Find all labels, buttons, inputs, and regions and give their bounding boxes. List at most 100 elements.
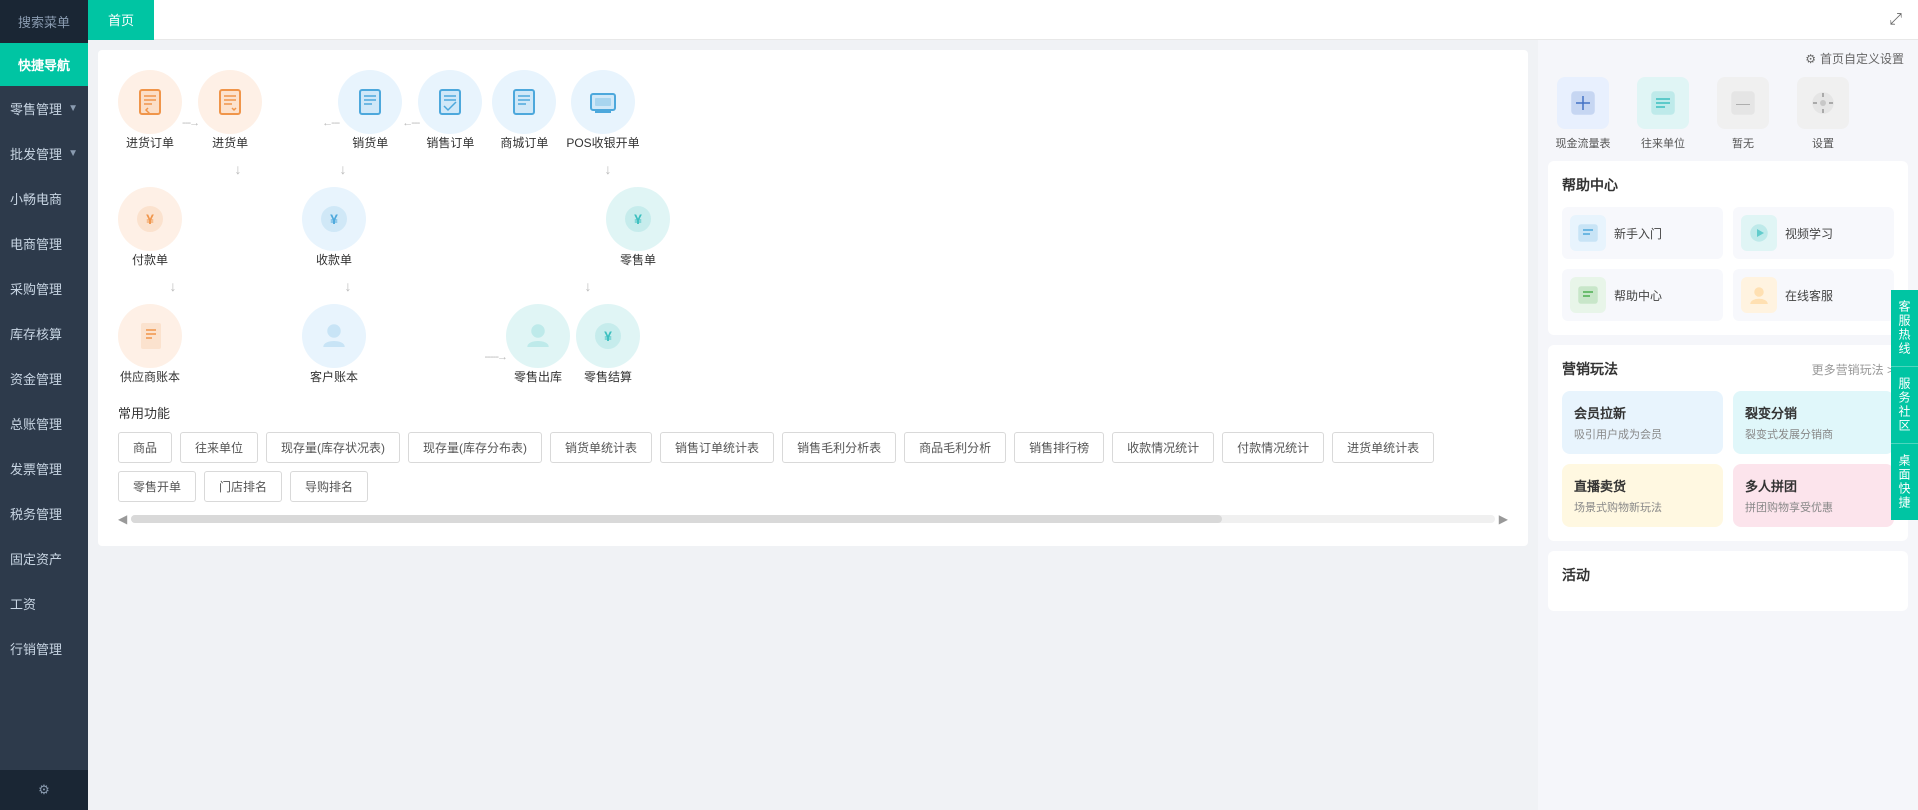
sidebar-item-6[interactable]: 资金管理 [0,356,88,401]
func-btn-2[interactable]: 现存量(库存状况表) [266,432,400,463]
func-btn-3[interactable]: 现存量(库存分布表) [408,432,542,463]
mkt-item-2[interactable]: 直播卖货场景式购物新玩法 [1562,464,1723,527]
flow-node-skd[interactable]: ¥ 收款单 [302,187,366,268]
scroll-right-arrow[interactable]: ▶ [1499,512,1508,526]
scrollbar: ◀ ▶ [118,512,1508,526]
customize-header[interactable]: ⚙ 首页自定义设置 [1548,50,1908,67]
func-btn-7[interactable]: 商品毛利分析 [904,432,1006,463]
svg-text:¥: ¥ [146,211,154,227]
quick-icon-1[interactable]: 往来单位 [1628,77,1698,151]
help-grid: 新手入门视频学习帮助中心 在线客服 [1562,207,1894,321]
sidebar-item-10[interactable]: 固定资产 [0,536,88,581]
quick-icon-2[interactable]: — 暂无 [1708,77,1778,151]
sidebar-item-8[interactable]: 发票管理 [0,446,88,491]
flow-node-pos[interactable]: POS收银开单 [566,70,639,151]
sidebar-item-label-4: 采购管理 [10,279,62,298]
q-icon-box-0 [1557,77,1609,129]
help-title: 帮助中心 [1562,175,1894,195]
help-item-1[interactable]: 视频学习 [1733,207,1894,259]
func-btn-10[interactable]: 付款情况统计 [1222,432,1324,463]
flow-node-jhdd[interactable]: 进货订单 [118,70,182,151]
help-icon-0 [1570,215,1606,251]
flow-node-gysb[interactable]: 供应商账本 [118,304,182,385]
customize-label: 首页自定义设置 [1820,50,1904,67]
float-btn-2[interactable]: 桌面快捷 [1891,443,1918,520]
mkt-item-1[interactable]: 裂变分销裂变式发展分销商 [1733,391,1894,454]
v-arrow-xhs: ↓ [340,161,347,177]
sidebar-item-label-10: 固定资产 [10,549,62,568]
sidebar-search[interactable]: 搜索菜单 [0,0,88,43]
sidebar-item-4[interactable]: 采购管理 [0,266,88,311]
sidebar-settings[interactable]: ⚙ [0,770,88,810]
scroll-left-arrow[interactable]: ◀ [118,512,127,526]
sidebar-item-label-6: 资金管理 [10,369,62,388]
func-btn-9[interactable]: 收款情况统计 [1112,432,1214,463]
flow-node-scdd[interactable]: 商城订单 [492,70,556,151]
marketing-card: 营销玩法 更多营销玩法 > 会员拉新吸引用户成为会员裂变分销裂变式发展分销商直播… [1548,345,1908,541]
func-btn-14[interactable]: 导购排名 [290,471,368,502]
func-btn-12[interactable]: 零售开单 [118,471,196,502]
quick-icon-3[interactable]: 设置 [1788,77,1858,151]
help-card: 帮助中心 新手入门视频学习帮助中心在线客服 [1548,161,1908,335]
func-btn-6[interactable]: 销售毛利分析表 [782,432,896,463]
sidebar-item-12[interactable]: 行销管理 [0,626,88,671]
flow-node-jhs[interactable]: 进货单 [198,70,262,151]
flow-node-xsdd[interactable]: 销售订单 [418,70,482,151]
svg-text:¥: ¥ [634,211,642,227]
q-icon-label-2: 暂无 [1732,135,1754,151]
func-btn-0[interactable]: 商品 [118,432,172,463]
flow-node-fkd[interactable]: ¥ 付款单 [118,187,182,268]
scroll-track[interactable] [131,515,1495,523]
sidebar-item-label-9: 税务管理 [10,504,62,523]
quick-icon-0[interactable]: 现金流量表 [1548,77,1618,151]
sidebar-item-0[interactable]: 零售管理▼ [0,86,88,131]
func-btn-5[interactable]: 销售订单统计表 [660,432,774,463]
sidebar-item-label-0: 零售管理 [10,99,62,118]
float-btn-1[interactable]: 服务社区 [1891,366,1918,443]
func-grid: 商品往来单位现存量(库存状况表)现存量(库存分布表)销货单统计表销售订单统计表销… [118,432,1508,502]
flow-node-xhs[interactable]: 销货单 [338,70,402,151]
float-btn-0[interactable]: 客服热线 [1891,290,1918,366]
help-item-3[interactable]: 在线客服 [1733,269,1894,321]
func-btn-13[interactable]: 门店排名 [204,471,282,502]
common-functions: 常用功能 商品往来单位现存量(库存状况表)现存量(库存分布表)销货单统计表销售订… [118,403,1508,502]
help-item-label-3: 在线客服 [1785,287,1833,304]
expand-icon[interactable]: ⤢ [1889,11,1902,29]
func-btn-8[interactable]: 销售排行榜 [1014,432,1104,463]
tab-home[interactable]: 首页 [88,0,154,40]
more-marketing-link[interactable]: 更多营销玩法 > [1812,361,1894,378]
float-buttons: 客服热线服务社区桌面快捷 [1891,290,1918,520]
content-area: 进货订单 - - -→ [88,40,1918,810]
sidebar-item-11[interactable]: 工资 [0,581,88,626]
help-item-0[interactable]: 新手入门 [1562,207,1723,259]
mkt-item-3[interactable]: 多人拼团拼团购物享受优惠 [1733,464,1894,527]
func-btn-1[interactable]: 往来单位 [180,432,258,463]
flow-diagram: 进货订单 - - -→ [118,70,1508,385]
mkt-item-0[interactable]: 会员拉新吸引用户成为会员 [1562,391,1723,454]
func-btn-4[interactable]: 销货单统计表 [550,432,652,463]
mkt-title-0: 会员拉新 [1574,403,1711,422]
sidebar-item-label-11: 工资 [10,594,36,613]
q-icon-label-1: 往来单位 [1641,135,1685,151]
flow-node-khzb[interactable]: 客户账本 [302,304,366,385]
sidebar-item-7[interactable]: 总账管理 [0,401,88,446]
func-btn-11[interactable]: 进货单统计表 [1332,432,1434,463]
sidebar-item-1[interactable]: 批发管理▼ [0,131,88,176]
marketing-grid: 会员拉新吸引用户成为会员裂变分销裂变式发展分销商直播卖货场景式购物新玩法多人拼团… [1562,391,1894,527]
q-icon-box-3 [1797,77,1849,129]
flow-node-lsd[interactable]: ¥ 零售单 [606,187,670,268]
right-panel: ⚙ 首页自定义设置 现金流量表往来单位—暂无设置 帮助中心 新手入门视频学习帮助… [1538,40,1918,810]
arrow-xs-xhs: ←- - - [322,117,338,151]
sidebar-item-5[interactable]: 库存核算 [0,311,88,356]
sidebar-item-9[interactable]: 税务管理 [0,491,88,536]
flow-node-lsck[interactable]: 零售出库 [506,304,570,385]
main-panel: 进货订单 - - -→ [88,40,1538,810]
sidebar-item-label-12: 行销管理 [10,639,62,658]
sidebar-item-3[interactable]: 电商管理 [0,221,88,266]
flow-node-lsjsn[interactable]: ¥ 零售结算 [576,304,640,385]
sidebar-item-2[interactable]: 小畅电商 [0,176,88,221]
sidebar-nav-highlight[interactable]: 快捷导航 [0,43,88,86]
help-item-2[interactable]: 帮助中心 [1562,269,1723,321]
svg-text:¥: ¥ [604,328,612,344]
svg-text:—: — [1736,95,1750,111]
